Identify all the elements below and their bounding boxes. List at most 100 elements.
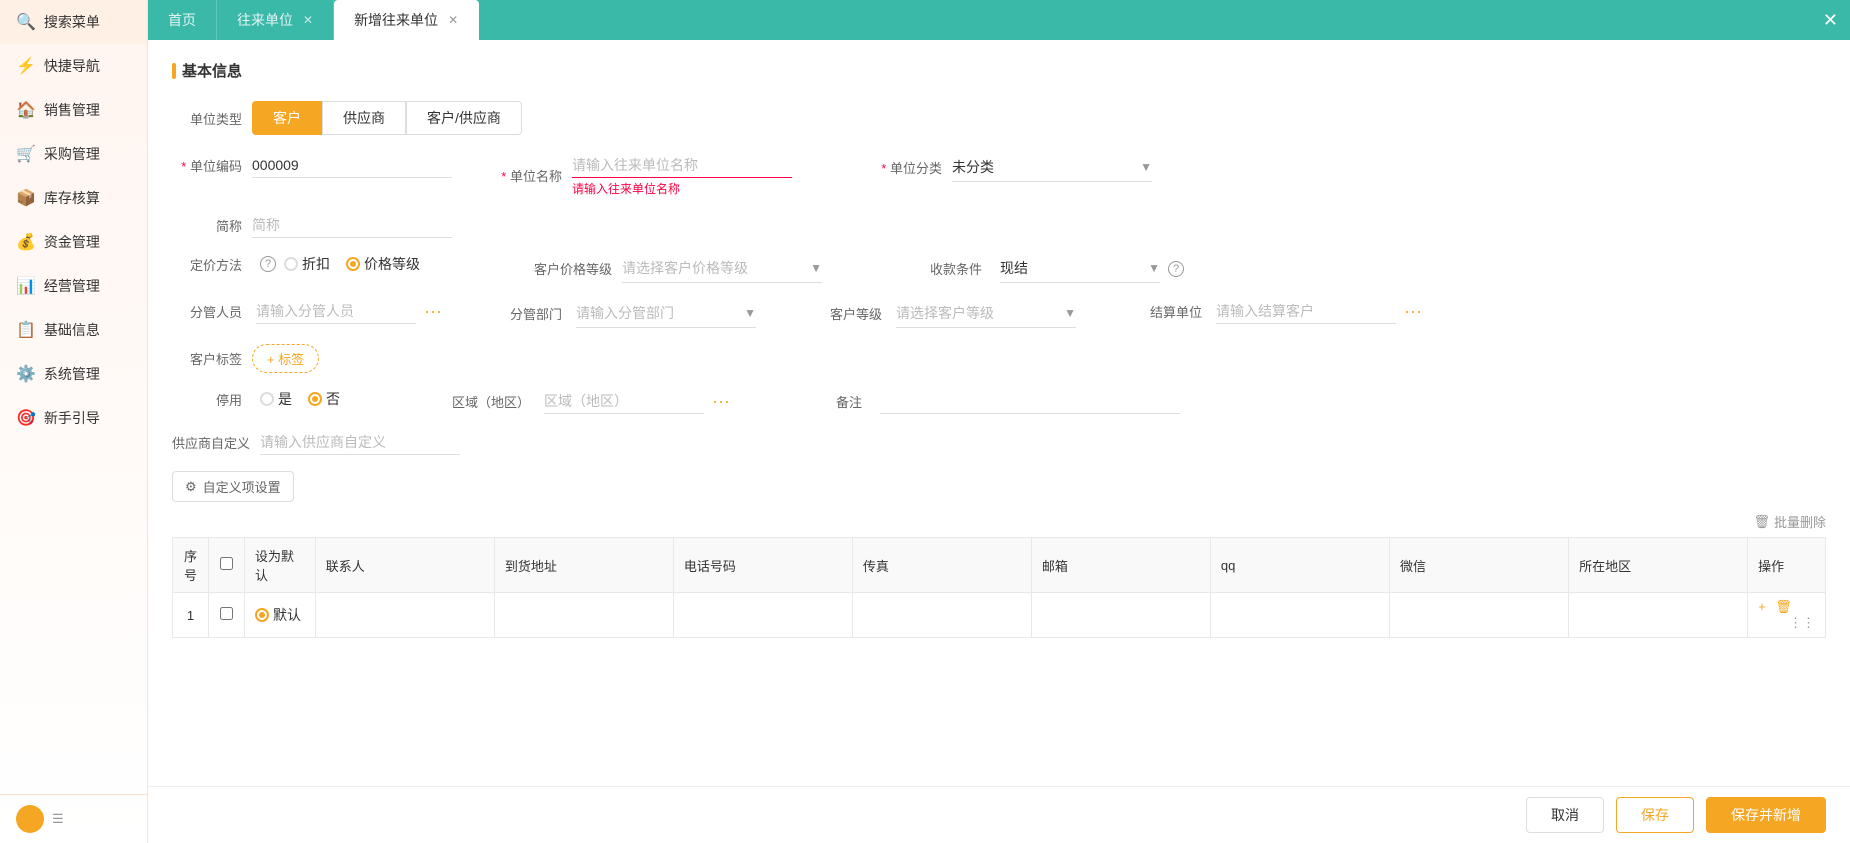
form-group-dept: 分管部门 请输入分管部门 ▼ — [492, 299, 812, 328]
td-action: + 🗑 ⋮⋮ — [1748, 593, 1826, 638]
sidebar-item-sales-mgmt[interactable]: 🏠 销售管理 — [0, 88, 147, 132]
table-region-input[interactable] — [1579, 608, 1737, 623]
tab-new-trading-unit[interactable]: 新增往来单位 ✕ — [334, 0, 479, 40]
row-checkbox[interactable] — [220, 607, 233, 620]
settlement-unit-input[interactable] — [1216, 299, 1396, 324]
sidebar-item-sys-mgmt[interactable]: ⚙️ 系统管理 — [0, 352, 147, 396]
td-seq: 1 — [173, 593, 209, 638]
unit-type-supplier-button[interactable]: 供应商 — [322, 101, 406, 135]
tab-new-trading-unit-close[interactable]: ✕ — [448, 13, 458, 27]
manager-input[interactable] — [256, 299, 416, 324]
tab-home-label: 首页 — [168, 10, 196, 30]
sidebar-item-finance-mgmt[interactable]: 💰 资金管理 — [0, 220, 147, 264]
form-row-customer-tag: 客户标签 + 标签 — [172, 344, 1826, 373]
sidebar-item-basic-info[interactable]: 📋 基础信息 — [0, 308, 147, 352]
sidebar-label-inventory-calc: 库存核算 — [44, 188, 100, 208]
pricing-discount-label: 折扣 — [302, 254, 330, 274]
td-qq[interactable] — [1210, 593, 1389, 638]
region-more-dots[interactable]: ··· — [708, 391, 734, 412]
pricing-discount-radio[interactable]: 折扣 — [284, 254, 330, 274]
unit-category-select[interactable]: 未分类 ▼ — [952, 153, 1152, 182]
pricing-radio-group: 折扣 价格等级 — [284, 254, 420, 274]
supplier-custom-label: 供应商自定义 — [172, 433, 260, 452]
td-email[interactable] — [1031, 593, 1210, 638]
unit-type-both-button[interactable]: 客户/供应商 — [406, 101, 522, 135]
guide-icon: 🎯 — [16, 408, 36, 428]
pricing-help-icon[interactable]: ? — [260, 256, 276, 272]
tag-add-button[interactable]: + 标签 — [252, 344, 319, 373]
unit-name-input[interactable] — [572, 153, 792, 178]
cancel-button[interactable]: 取消 — [1526, 797, 1604, 833]
payment-terms-help-icon[interactable]: ? — [1168, 261, 1184, 277]
remarks-input[interactable] — [880, 389, 1180, 414]
tab-trading-units-close[interactable]: ✕ — [303, 13, 313, 27]
remarks-label: 备注 — [792, 392, 872, 411]
row-add-button[interactable]: + — [1758, 599, 1766, 614]
payment-terms-value: 现结 — [1000, 254, 1148, 282]
sidebar-item-ops-mgmt[interactable]: 📊 经营管理 — [0, 264, 147, 308]
dept-select[interactable]: 请输入分管部门 ▼ — [576, 299, 756, 328]
abbreviation-input[interactable] — [252, 213, 452, 238]
sidebar-item-search-menu[interactable]: 🔍 搜索菜单 — [0, 0, 147, 44]
quick-nav-icon: ⚡ — [16, 56, 36, 76]
customer-level-select[interactable]: 请选择客户等级 ▼ — [896, 299, 1076, 328]
phone-input[interactable] — [684, 608, 842, 623]
table-row: 1 默认 — [173, 593, 1826, 638]
default-radio-circle — [255, 608, 269, 622]
customer-price-level-select[interactable]: 请选择客户价格等级 ▼ — [622, 254, 822, 283]
settlement-unit-more-dots[interactable]: ··· — [1400, 301, 1426, 322]
email-input[interactable] — [1042, 608, 1200, 623]
disabled-no-radio[interactable]: 否 — [308, 389, 340, 409]
tab-home[interactable]: 首页 — [148, 0, 217, 40]
table-actions: 🗑 批量删除 — [172, 512, 1826, 531]
td-checkbox[interactable] — [209, 593, 245, 638]
disabled-yes-radio[interactable]: 是 — [260, 389, 292, 409]
form-group-disabled: 停用 是 否 — [172, 389, 452, 409]
section-title-text: 基本信息 — [182, 60, 242, 81]
unit-category-label-text: 单位分类 — [890, 161, 942, 176]
td-contact[interactable] — [315, 593, 494, 638]
sidebar-item-purchase-mgmt[interactable]: 🛒 采购管理 — [0, 132, 147, 176]
contact-input[interactable] — [326, 608, 484, 623]
td-region[interactable] — [1569, 593, 1748, 638]
save-new-button[interactable]: 保存并新增 — [1706, 797, 1826, 833]
unit-code-label-text: 单位编码 — [190, 159, 242, 174]
region-input[interactable] — [544, 389, 704, 414]
region-label: 区域（地区） — [452, 392, 540, 411]
sidebar-item-new-guide[interactable]: 🎯 新手引导 — [0, 396, 147, 440]
td-fax[interactable] — [852, 593, 1031, 638]
sidebar-label-basic-info: 基础信息 — [44, 320, 100, 340]
unit-type-row: 单位类型 客户 供应商 客户/供应商 — [172, 101, 1826, 135]
td-wechat[interactable] — [1390, 593, 1569, 638]
ops-icon: 📊 — [16, 276, 36, 296]
delivery-address-input[interactable] — [505, 608, 663, 623]
save-button[interactable]: 保存 — [1616, 797, 1694, 833]
unit-type-customer-button[interactable]: 客户 — [252, 101, 322, 135]
custom-setting-button[interactable]: ⚙ 自定义项设置 — [172, 471, 294, 502]
select-all-checkbox[interactable] — [220, 557, 233, 570]
qq-input[interactable] — [1221, 608, 1379, 623]
td-phone[interactable] — [673, 593, 852, 638]
form-group-pricing-method: 定价方法 ? 折扣 价格等级 — [172, 254, 532, 274]
tab-trading-units[interactable]: 往来单位 ✕ — [217, 0, 334, 40]
td-default[interactable]: 默认 — [245, 593, 316, 638]
row-drag-handle[interactable]: ⋮⋮ — [1789, 615, 1815, 631]
table-section: ⚙ 自定义项设置 🗑 批量删除 序号 设为默认 联系人 到货地址 — [172, 471, 1826, 638]
th-checkbox-all[interactable] — [209, 538, 245, 593]
fax-input[interactable] — [863, 608, 1021, 623]
wechat-input[interactable] — [1400, 608, 1558, 623]
default-radio[interactable]: 默认 — [255, 605, 305, 625]
manager-more-dots[interactable]: ··· — [420, 301, 446, 322]
required-star: * — [181, 159, 186, 174]
window-close-button[interactable]: ✕ — [1823, 10, 1838, 31]
pricing-price-level-radio[interactable]: 价格等级 — [346, 254, 420, 274]
batch-delete-button[interactable]: 🗑 批量删除 — [1753, 512, 1826, 531]
required-star-name: * — [501, 169, 506, 184]
sidebar-item-quick-nav[interactable]: ⚡ 快捷导航 — [0, 44, 147, 88]
unit-code-input[interactable] — [252, 153, 452, 178]
sidebar-item-inventory-calc[interactable]: 📦 库存核算 — [0, 176, 147, 220]
payment-terms-select[interactable]: 现结 ▼ — [1000, 254, 1160, 283]
supplier-custom-input[interactable] — [260, 430, 460, 455]
row-delete-button[interactable]: 🗑 — [1775, 599, 1792, 614]
td-delivery-address[interactable] — [494, 593, 673, 638]
